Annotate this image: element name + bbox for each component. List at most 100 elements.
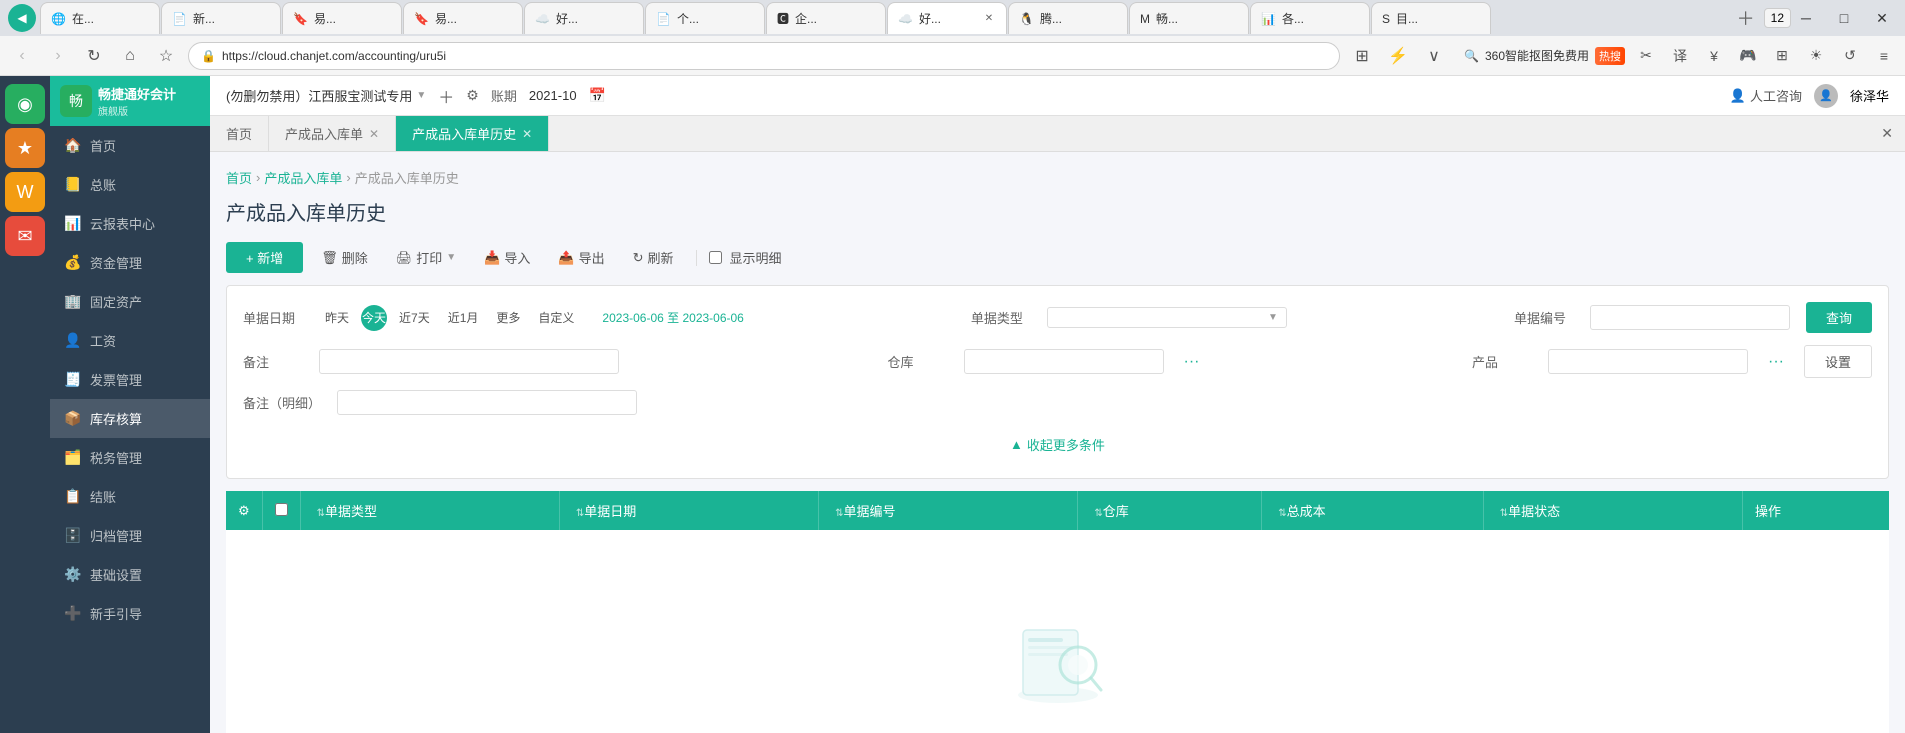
yen-icon[interactable]: ¥ (1701, 43, 1727, 69)
query-button[interactable]: 查询 (1806, 302, 1872, 333)
left-icon-yellow[interactable]: W (5, 172, 45, 212)
page-tab-close-icon-2[interactable]: ✕ (522, 127, 532, 141)
table-col-warehouse[interactable]: ⇅仓库 (1078, 491, 1262, 530)
history-icon[interactable]: ↺ (1837, 43, 1863, 69)
table-col-status[interactable]: ⇅单据状态 (1483, 491, 1742, 530)
browser-tab-t11[interactable]: 📊 各... (1250, 2, 1370, 34)
browser-tab-t3[interactable]: 🔖 易... (282, 2, 402, 34)
left-icon-orange[interactable]: ★ (5, 128, 45, 168)
page-tab-1[interactable]: 产成品入库单 ✕ (269, 116, 396, 151)
table-col-date[interactable]: ⇅单据日期 (559, 491, 818, 530)
game-icon[interactable]: 🎮 (1735, 43, 1761, 69)
minimize-button[interactable]: ─ (1791, 3, 1821, 33)
sidebar-item-新手引导[interactable]: ➕ 新手引导 (50, 594, 210, 633)
table-col-type[interactable]: ⇅单据类型 (300, 491, 559, 530)
settings-icon[interactable]: ≡ (1871, 43, 1897, 69)
browser-tab-t4[interactable]: 🔖 易... (403, 2, 523, 34)
export-button[interactable]: 📤 导出 (548, 243, 614, 272)
maximize-button[interactable]: □ (1829, 3, 1859, 33)
tab-favicon: 📄 (172, 12, 187, 26)
close-panel-button[interactable]: ✕ (1869, 117, 1905, 150)
gear-col-icon[interactable]: ⚙ (238, 503, 250, 518)
browser-tab-t9[interactable]: 🐧 腾... (1008, 2, 1128, 34)
address-input[interactable]: 🔒 https://cloud.chanjet.com/accounting/u… (188, 42, 1340, 70)
settings-gear-button[interactable]: ⚙ (466, 87, 479, 104)
sidebar-item-基础设置[interactable]: ⚙️ 基础设置 (50, 555, 210, 594)
sidebar-item-资金管理[interactable]: 💰 资金管理 (50, 243, 210, 282)
browser-tab-t2[interactable]: 📄 新... (161, 2, 281, 34)
sidebar-item-固定资产[interactable]: 🏢 固定资产 (50, 282, 210, 321)
date-btn-更多[interactable]: 更多 (490, 306, 526, 329)
browser-tab-t7[interactable]: 🅲 企... (766, 2, 886, 34)
tab-add-button[interactable]: ＋ (1732, 4, 1760, 32)
scissors-icon[interactable]: ✂ (1633, 43, 1659, 69)
sidebar-item-归档管理[interactable]: 🗄️ 归档管理 (50, 516, 210, 555)
left-icon-green[interactable]: ◉ (5, 84, 45, 124)
forward-button[interactable]: › (44, 42, 72, 70)
print-button[interactable]: 🖨 打印 ▼ (386, 243, 466, 272)
show-detail-checkbox[interactable] (709, 251, 722, 264)
app-sidebar-header[interactable]: 畅 畅捷通好会计 旗舰版 (50, 76, 210, 126)
number-filter-input[interactable] (1590, 305, 1790, 330)
tab-close-icon[interactable]: ✕ (982, 12, 996, 26)
lightning-icon[interactable]: ⚡ (1384, 42, 1412, 70)
browser-tab-t6[interactable]: 📄 个... (645, 2, 765, 34)
breadcrumb-parent[interactable]: 产成品入库单 (264, 168, 342, 187)
show-detail-toggle[interactable]: 显示明细 (709, 248, 782, 267)
type-select[interactable]: ▼ (1047, 307, 1287, 328)
breadcrumb-home[interactable]: 首页 (226, 168, 252, 187)
collapse-button[interactable]: ▲ 收起更多条件 (243, 427, 1872, 462)
product-dots[interactable]: ··· (1764, 353, 1788, 371)
delete-button[interactable]: 🗑 删除 (311, 243, 378, 272)
import-button[interactable]: 📥 导入 (474, 243, 540, 272)
sidebar-item-库存核算[interactable]: 📦 库存核算 (50, 399, 210, 438)
user-service-button[interactable]: 👤 人工咨询 (1730, 86, 1802, 105)
browser-tab-t1[interactable]: 🌐 在... (40, 2, 160, 34)
home-button[interactable]: ⌂ (116, 42, 144, 70)
date-btn-今天[interactable]: 今天 (361, 305, 387, 331)
date-btn-自定义[interactable]: 自定义 (532, 306, 580, 329)
theme-icon[interactable]: ☀ (1803, 43, 1829, 69)
calendar-icon[interactable]: 📅 (589, 87, 606, 104)
sidebar-item-工资[interactable]: 👤 工资 (50, 321, 210, 360)
sidebar-item-税务管理[interactable]: 🗂️ 税务管理 (50, 438, 210, 477)
bookmark-button[interactable]: ☆ (152, 42, 180, 70)
new-button[interactable]: + 新增 (226, 242, 303, 273)
browser-tab-t5[interactable]: ☁️ 好... (524, 2, 644, 34)
extensions-icon[interactable]: ⊞ (1348, 42, 1376, 70)
date-btn-昨天[interactable]: 昨天 (319, 306, 355, 329)
browser-tab-t10[interactable]: M 畅... (1129, 2, 1249, 34)
select-all-checkbox[interactable] (275, 503, 288, 516)
note-detail-filter-input[interactable] (337, 390, 637, 415)
sidebar-item-结账[interactable]: 📋 结账 (50, 477, 210, 516)
product-filter-input[interactable] (1548, 349, 1748, 374)
date-btn-近1月[interactable]: 近1月 (442, 306, 485, 329)
browser-tab-t12[interactable]: S 目... (1371, 2, 1491, 34)
page-tab-0[interactable]: 首页 (210, 116, 269, 151)
reload-button[interactable]: ↻ (80, 42, 108, 70)
warehouse-dots[interactable]: ··· (1180, 353, 1204, 371)
more-btn[interactable]: ∨ (1420, 42, 1448, 70)
note-filter-input[interactable] (319, 349, 619, 374)
page-tab-close-icon-1[interactable]: ✕ (369, 127, 379, 141)
user-avatar[interactable]: 👤 (1814, 84, 1838, 108)
translate-icon[interactable]: 译 (1667, 43, 1693, 69)
sidebar-item-首页[interactable]: 🏠 首页 (50, 126, 210, 165)
table-col-number[interactable]: ⇅单据编号 (819, 491, 1078, 530)
back-button[interactable]: ‹ (8, 42, 36, 70)
company-selector[interactable]: (勿删勿禁用）江西服宝测试专用 ▼ (226, 86, 426, 105)
setting-button[interactable]: 设置 (1804, 345, 1872, 378)
close-button[interactable]: ✕ (1867, 3, 1897, 33)
date-btn-近7天[interactable]: 近7天 (393, 306, 436, 329)
sidebar-item-云报表中心[interactable]: 📊 云报表中心 (50, 204, 210, 243)
sidebar-item-发票管理[interactable]: 🧾 发票管理 (50, 360, 210, 399)
browser-tab-t8[interactable]: ☁️ 好... ✕ (887, 2, 1007, 34)
grid-icon[interactable]: ⊞ (1769, 43, 1795, 69)
sidebar-item-总账[interactable]: 📒 总账 (50, 165, 210, 204)
add-period-button[interactable]: ＋ (438, 84, 454, 108)
refresh-button[interactable]: ↻ 刷新 (623, 243, 684, 272)
table-col-total_cost[interactable]: ⇅总成本 (1262, 491, 1484, 530)
warehouse-filter-input[interactable] (964, 349, 1164, 374)
left-icon-red[interactable]: ✉ (5, 216, 45, 256)
page-tab-2[interactable]: 产成品入库单历史 ✕ (396, 116, 549, 151)
